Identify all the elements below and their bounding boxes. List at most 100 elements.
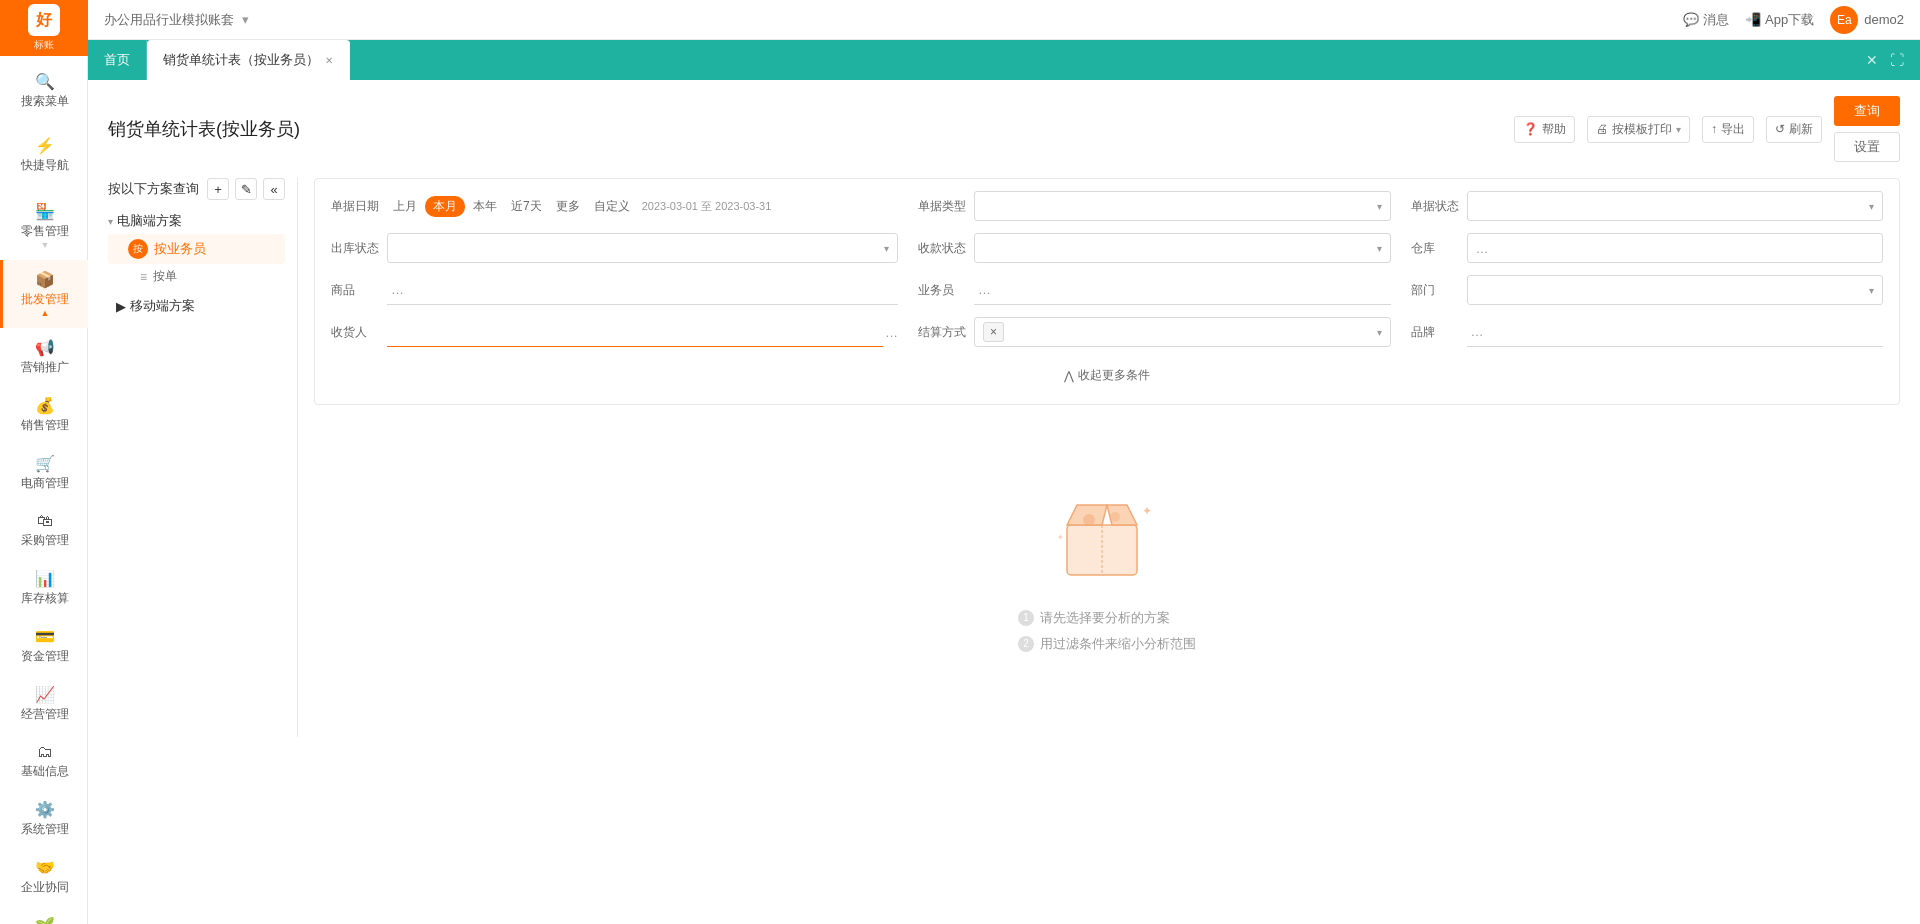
staff-label: 业务员 bbox=[918, 282, 966, 299]
user-profile-btn[interactable]: Ea demo2 bbox=[1830, 6, 1904, 34]
outstatus-select[interactable]: ▾ bbox=[387, 233, 898, 263]
date-tab-custom[interactable]: 自定义 bbox=[588, 196, 636, 217]
sidebar-system-label: 系统管理 bbox=[21, 821, 69, 838]
date-tab-7days[interactable]: 近7天 bbox=[505, 196, 548, 217]
help-btn[interactable]: ❓ 帮助 bbox=[1514, 116, 1575, 143]
sidebar-base-label: 基础信息 bbox=[21, 763, 69, 780]
sidebar-item-marketing[interactable]: 📢 营销推广 bbox=[0, 328, 88, 386]
tab-close-icon[interactable]: ✕ bbox=[325, 55, 333, 66]
department-select[interactable]: ▾ bbox=[1467, 275, 1884, 305]
date-tab-thismonth[interactable]: 本月 bbox=[425, 196, 465, 217]
settlement-arrow-icon: ▾ bbox=[1377, 327, 1382, 338]
settlement-tag-close[interactable]: × bbox=[990, 325, 997, 339]
scheme-add-btn[interactable]: + bbox=[207, 178, 229, 200]
sidebar-item-base[interactable]: 🗂 基础信息 bbox=[0, 733, 88, 790]
goods-input-area[interactable]: … bbox=[387, 275, 898, 305]
inventory-icon: 📊 bbox=[35, 569, 55, 588]
scheme-edit-btn[interactable]: ✎ bbox=[235, 178, 257, 200]
scheme-item-bystaff[interactable]: 按 按业务员 bbox=[108, 234, 285, 264]
sidebar-item-system[interactable]: ⚙️ 系统管理 bbox=[0, 790, 88, 848]
filter-field-settlement: 结算方式 × ▾ bbox=[918, 317, 1391, 347]
sidebar-item-finance[interactable]: 💳 资金管理 bbox=[0, 617, 88, 675]
breadcrumb-dropdown-icon[interactable]: ▾ bbox=[242, 12, 249, 27]
pc-group-label: 电脑端方案 bbox=[117, 212, 182, 230]
payment-select[interactable]: ▾ bbox=[974, 233, 1391, 263]
operation-icon: 📈 bbox=[35, 685, 55, 704]
docstatus-arrow-icon: ▾ bbox=[1869, 201, 1874, 212]
export-btn[interactable]: ↑ 导出 bbox=[1702, 116, 1754, 143]
tab-home[interactable]: 首页 bbox=[88, 40, 147, 80]
date-tab-thisyear[interactable]: 本年 bbox=[467, 196, 503, 217]
pc-group-arrow: ▾ bbox=[108, 216, 113, 227]
close-window-icon[interactable]: ✕ bbox=[1866, 52, 1878, 68]
user-name: demo2 bbox=[1864, 12, 1904, 27]
tab-sales-stat[interactable]: 销货单统计表（按业务员） ✕ bbox=[147, 40, 350, 80]
filter-field-outstatus: 出库状态 ▾ bbox=[331, 233, 898, 263]
finance-icon: 💳 bbox=[35, 627, 55, 646]
outstatus-label: 出库状态 bbox=[331, 240, 379, 257]
scheme-item-byorder[interactable]: ≡ 按单 bbox=[108, 264, 285, 289]
staff-input-area[interactable]: … bbox=[974, 275, 1391, 305]
warehouse-placeholder: … bbox=[1476, 241, 1489, 256]
collapse-btn[interactable]: ⋀ 收起更多条件 bbox=[1064, 359, 1150, 392]
maximize-icon[interactable]: ⛶ bbox=[1890, 52, 1904, 68]
scheme-group-mobile-header[interactable]: ▶ 移动端方案 bbox=[108, 293, 285, 319]
goods-label: 商品 bbox=[331, 282, 379, 299]
add-icon: + bbox=[214, 182, 222, 197]
tip-num-1: 1 bbox=[1018, 610, 1034, 626]
wholesale-icon: 📦 bbox=[35, 270, 55, 289]
settlement-select[interactable]: × ▾ bbox=[974, 317, 1391, 347]
app-download-btn[interactable]: 📲 App下载 bbox=[1745, 11, 1814, 29]
scheme-panel-title-text: 按以下方案查询 bbox=[108, 180, 199, 198]
filter-field-doctype: 单据类型 ▾ bbox=[918, 191, 1391, 221]
scheme-item-byorder-label: 按单 bbox=[153, 268, 177, 285]
ecommerce-icon: 🛒 bbox=[35, 454, 55, 473]
sidebar-item-inventory[interactable]: 📊 库存核算 bbox=[0, 559, 88, 617]
quicknav-icon: ⚡ bbox=[35, 136, 55, 155]
message-icon: 💬 bbox=[1683, 12, 1699, 27]
print-btn[interactable]: 🖨 按模板打印 ▾ bbox=[1587, 116, 1690, 143]
page-actions: ❓ 帮助 🖨 按模板打印 ▾ ↑ 导出 ↺ 刷新 bbox=[1514, 96, 1900, 162]
scheme-group-pc-header[interactable]: ▾ 电脑端方案 bbox=[108, 208, 285, 234]
sidebar-marketing-label: 营销推广 bbox=[21, 359, 69, 376]
payment-arrow-icon: ▾ bbox=[1377, 243, 1382, 254]
message-label: 消息 bbox=[1703, 11, 1729, 29]
sidebar-item-ecommerce[interactable]: 🛒 电商管理 bbox=[0, 444, 88, 502]
setting-btn[interactable]: 设置 bbox=[1834, 132, 1900, 162]
sidebar-item-cooperation[interactable]: 🤝 企业协同 bbox=[0, 848, 88, 906]
date-tab-more[interactable]: 更多 bbox=[550, 196, 586, 217]
date-tab-lastmonth[interactable]: 上月 bbox=[387, 196, 423, 217]
message-btn[interactable]: 💬 消息 bbox=[1683, 11, 1729, 29]
payment-label: 收款状态 bbox=[918, 240, 966, 257]
query-btn[interactable]: 查询 bbox=[1834, 96, 1900, 126]
sidebar-item-retail[interactable]: 🏪 零售管理 ▼ bbox=[0, 192, 88, 260]
warehouse-select[interactable]: … bbox=[1467, 233, 1884, 263]
tip-text-2: 用过滤条件来缩小分析范围 bbox=[1040, 631, 1196, 657]
tab-home-label: 首页 bbox=[104, 51, 130, 69]
scheme-item-bystaff-icon: 按 bbox=[128, 239, 148, 259]
sidebar-item-quicknav[interactable]: ⚡ 快捷导航 bbox=[0, 126, 88, 184]
tip-item-1: 1 请先选择要分析的方案 bbox=[1018, 605, 1196, 631]
scheme-collapse-btn[interactable]: « bbox=[263, 178, 285, 200]
sidebar-item-newbie[interactable]: 🌱 新手引导 bbox=[0, 906, 88, 924]
sidebar-item-search[interactable]: 🔍 搜索菜单 bbox=[0, 62, 88, 120]
filter-field-recipient: 收货人 … bbox=[331, 317, 898, 347]
system-icon: ⚙️ bbox=[35, 800, 55, 819]
doctype-select[interactable]: ▾ bbox=[974, 191, 1391, 221]
recipient-dots[interactable]: … bbox=[885, 325, 898, 340]
filter-row-4: 收货人 … 结算方式 × bbox=[331, 317, 1883, 347]
sidebar-item-wholesale[interactable]: 📦 批发管理 ▲ bbox=[0, 260, 88, 328]
sidebar-inventory-label: 库存核算 bbox=[21, 590, 69, 607]
sidebar-item-sales[interactable]: 💰 销售管理 bbox=[0, 386, 88, 444]
app-download-icon: 📲 bbox=[1745, 12, 1761, 27]
docstatus-select[interactable]: ▾ bbox=[1467, 191, 1884, 221]
collapse-row: ⋀ 收起更多条件 bbox=[331, 359, 1883, 392]
page-title: 销货单统计表(按业务员) bbox=[108, 117, 300, 141]
recipient-input[interactable] bbox=[387, 317, 883, 347]
brand-label: 品牌 bbox=[1411, 324, 1459, 341]
brand-input-area[interactable]: … bbox=[1467, 317, 1884, 347]
sidebar-item-operation[interactable]: 📈 经营管理 bbox=[0, 675, 88, 733]
sidebar-item-purchase[interactable]: 🛍 采购管理 bbox=[0, 502, 88, 559]
sidebar-ecommerce-label: 电商管理 bbox=[21, 475, 69, 492]
refresh-btn[interactable]: ↺ 刷新 bbox=[1766, 116, 1822, 143]
